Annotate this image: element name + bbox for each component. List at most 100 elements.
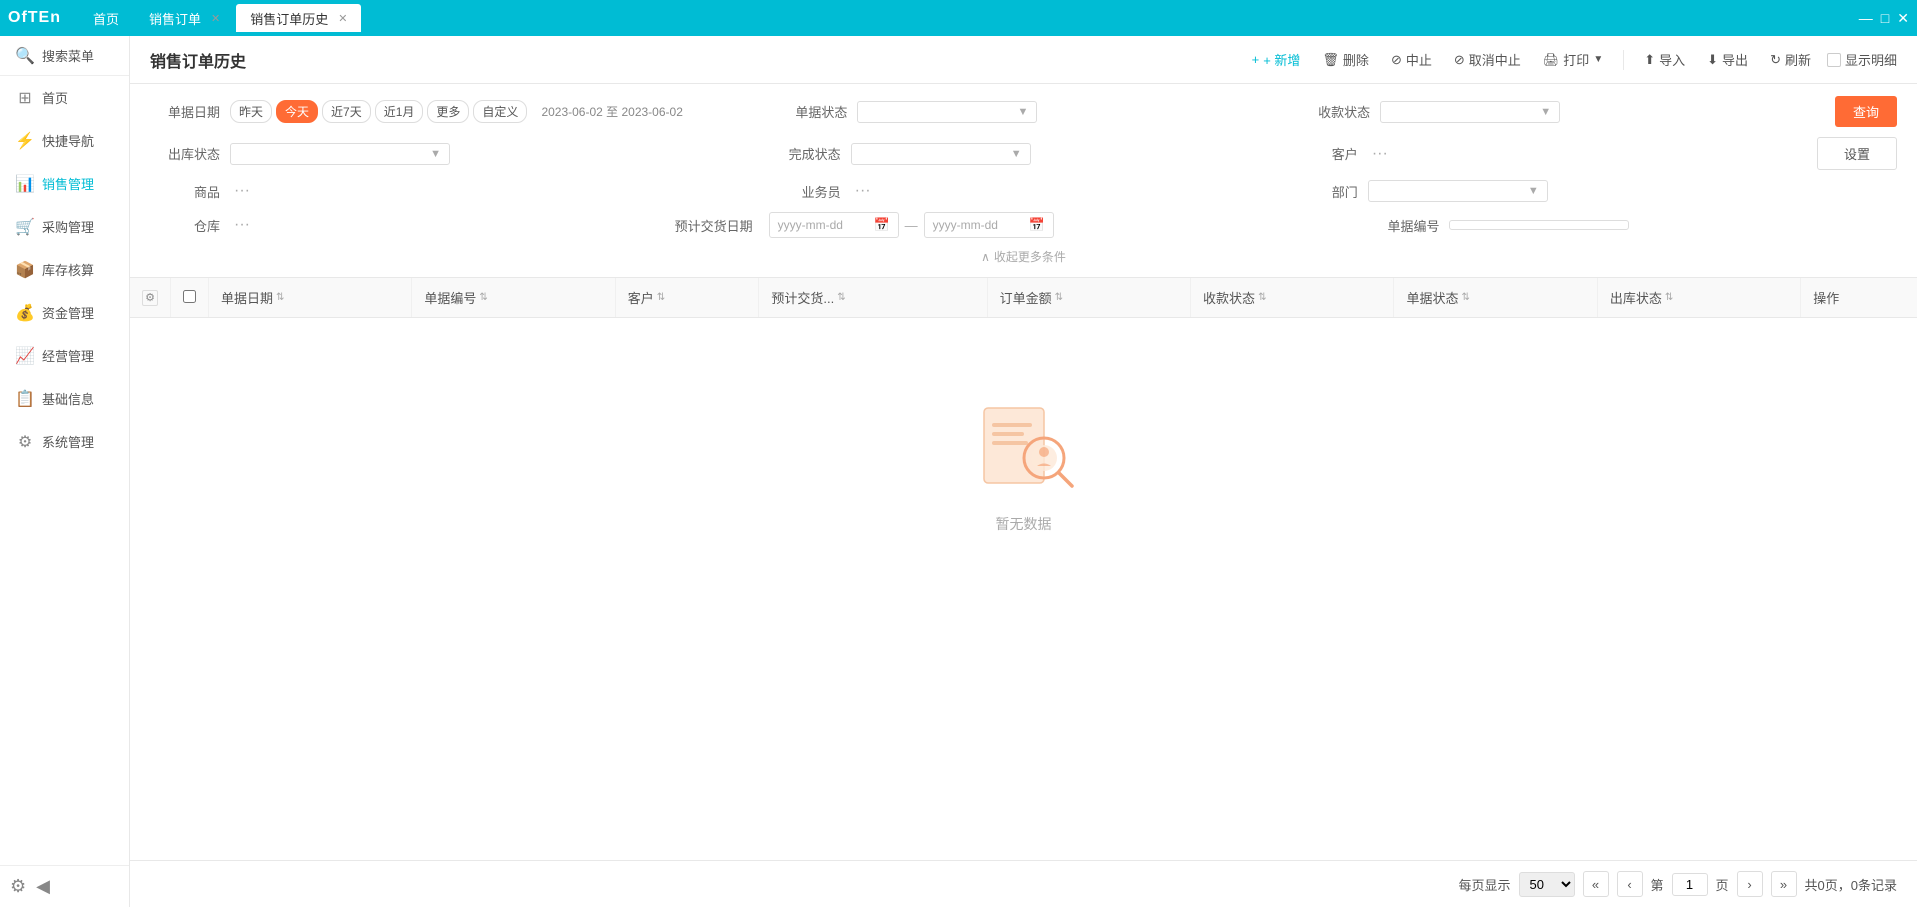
sort-customer[interactable]: 客户 ⇅	[628, 288, 747, 307]
refresh-button[interactable]: ↻ 刷新	[1764, 46, 1817, 73]
warehouse-more[interactable]: ···	[230, 216, 254, 234]
sort-bill-status[interactable]: 单据状态 ⇅	[1406, 288, 1584, 307]
print-icon: 🖨	[1543, 52, 1560, 68]
th-bill-number[interactable]: 单据编号 ⇅	[412, 278, 615, 318]
delete-button[interactable]: 🗑 删除	[1316, 46, 1375, 73]
page-size-select[interactable]: 10 20 50 100	[1519, 872, 1575, 897]
department-label: 部门	[1288, 182, 1368, 201]
sidebar-item-purchase[interactable]: 🛒 采购管理	[0, 205, 129, 248]
sidebar-item-quicknav[interactable]: ⚡ 快捷导航	[0, 119, 129, 162]
th-outbound-status[interactable]: 出库状态 ⇅	[1597, 278, 1800, 318]
show-detail-toggle[interactable]: 显示明细	[1827, 50, 1897, 69]
tab-sales-order[interactable]: 销售订单 ✕	[135, 4, 234, 32]
close-button[interactable]: ✕	[1897, 10, 1909, 27]
select-all-checkbox[interactable]	[183, 290, 196, 303]
tab-close-sales-order[interactable]: ✕	[211, 12, 220, 25]
window-controls: — □ ✕	[1859, 10, 1909, 27]
filter-date-col: 单据日期 昨天 今天 近7天 近1月 更多 自定义 2023-06-02 至 2…	[150, 100, 777, 123]
receipt-status-select[interactable]: ▼	[1380, 101, 1560, 123]
sort-outbound[interactable]: 出库状态 ⇅	[1610, 288, 1788, 307]
filter-row-4: 仓库 ··· 预计交货日期 yyyy-mm-dd 📅 — yyyy-mm-dd …	[150, 212, 1897, 238]
date-btn-more[interactable]: 更多	[427, 100, 469, 123]
delete-icon: 🗑	[1322, 52, 1339, 68]
th-customer[interactable]: 客户 ⇅	[615, 278, 759, 318]
date-btn-today[interactable]: 今天	[276, 100, 318, 123]
bill-number-input[interactable]	[1449, 220, 1629, 230]
outbound-label: 出库状态	[150, 144, 230, 163]
filter-billstatus-col: 单据状态 ▼	[777, 101, 1300, 123]
sort-amount[interactable]: 订单金额 ⇅	[1000, 288, 1178, 307]
page-label: 第	[1651, 875, 1664, 894]
sidebar-bottom: ⚙ ◀	[0, 865, 129, 907]
sidebar-item-home[interactable]: ⊞ 首页	[0, 76, 129, 119]
print-button[interactable]: 🖨 打印 ▼	[1537, 46, 1609, 73]
date-btn-yesterday[interactable]: 昨天	[230, 100, 272, 123]
collapse-bar[interactable]: ∧ 收起更多条件	[150, 248, 1897, 265]
last-page-button[interactable]: »	[1771, 871, 1797, 897]
collapse-up-icon: ∧	[981, 250, 990, 264]
receipt-status-arrow: ▼	[1540, 106, 1551, 118]
sidebar-item-operations[interactable]: 📈 经营管理	[0, 334, 129, 377]
table-body: 暂无数据	[130, 318, 1917, 615]
th-order-amount[interactable]: 订单金额 ⇅	[987, 278, 1190, 318]
date-btn-custom[interactable]: 自定义	[473, 100, 527, 123]
th-delivery-date[interactable]: 预计交货... ⇅	[759, 278, 987, 318]
finance-icon: 💰	[16, 304, 34, 322]
bill-status-label: 单据状态	[777, 102, 857, 121]
th-receipt-status[interactable]: 收款状态 ⇅	[1191, 278, 1394, 318]
sidebar-item-basicinfo[interactable]: 📋 基础信息	[0, 377, 129, 420]
sort-icon-customer: ⇅	[657, 292, 665, 303]
customer-more[interactable]: ···	[1368, 145, 1392, 163]
new-button[interactable]: + + 新增	[1246, 46, 1307, 73]
filter-goods-col: 商品 ···	[150, 182, 771, 201]
settings-bottom-icon[interactable]: ⚙	[10, 876, 26, 897]
sort-bill-number[interactable]: 单据编号 ⇅	[424, 288, 602, 307]
department-select[interactable]: ▼	[1368, 180, 1548, 202]
settings-button[interactable]: 设置	[1817, 137, 1897, 170]
import-button[interactable]: ⬆ 导入	[1638, 46, 1691, 73]
sort-delivery[interactable]: 预计交货... ⇅	[771, 288, 974, 307]
goods-more[interactable]: ···	[230, 182, 254, 200]
sidebar-item-finance[interactable]: 💰 资金管理	[0, 291, 129, 334]
cancel-stop-button[interactable]: ⊘ 取消中止	[1448, 46, 1527, 73]
calendar-end-icon[interactable]: 📅	[1028, 217, 1044, 233]
delivery-end-input[interactable]: yyyy-mm-dd 📅	[924, 212, 1054, 238]
calendar-start-icon[interactable]: 📅	[873, 217, 889, 233]
sidebar-item-system[interactable]: ⚙ 系统管理	[0, 420, 129, 463]
sidebar-search[interactable]: 🔍 搜索菜单	[0, 36, 129, 76]
table-settings-icon[interactable]: ⚙	[142, 290, 158, 306]
delivery-start-input[interactable]: yyyy-mm-dd 📅	[769, 212, 899, 238]
query-button[interactable]: 查询	[1835, 96, 1897, 127]
th-bill-status[interactable]: 单据状态 ⇅	[1394, 278, 1597, 318]
date-btn-1month[interactable]: 近1月	[375, 100, 424, 123]
operations-icon: 📈	[16, 347, 34, 365]
outbound-select[interactable]: ▼	[230, 143, 450, 165]
completion-select[interactable]: ▼	[851, 143, 1031, 165]
salesperson-more[interactable]: ···	[851, 182, 875, 200]
delivery-label: 预计交货日期	[673, 216, 763, 235]
stop-button[interactable]: ⊘ 中止	[1385, 46, 1438, 73]
bill-status-select[interactable]: ▼	[857, 101, 1037, 123]
first-page-button[interactable]: «	[1583, 871, 1609, 897]
collapse-sidebar-icon[interactable]: ◀	[36, 876, 50, 897]
filter-warehouse-col: 仓库 ···	[150, 216, 673, 235]
sidebar-item-inventory[interactable]: 📦 库存核算	[0, 248, 129, 291]
prev-page-button[interactable]: ‹	[1617, 871, 1643, 897]
next-page-button[interactable]: ›	[1737, 871, 1763, 897]
export-button[interactable]: ⬇ 导出	[1701, 46, 1754, 73]
tab-sales-history[interactable]: 销售订单历史 ✕	[236, 4, 361, 32]
show-detail-checkbox[interactable]	[1827, 53, 1841, 67]
filter-salesperson-col: 业务员 ···	[771, 182, 1288, 201]
maximize-button[interactable]: □	[1881, 10, 1889, 26]
page-number-input[interactable]	[1672, 873, 1708, 896]
tab-close-sales-history[interactable]: ✕	[338, 12, 347, 25]
tab-home[interactable]: 首页	[79, 4, 133, 32]
main-layout: 🔍 搜索菜单 ⊞ 首页 ⚡ 快捷导航 📊 销售管理 🛒 采购管理 📦 库存核算 …	[0, 36, 1917, 907]
sidebar-item-sales[interactable]: 📊 销售管理	[0, 162, 129, 205]
stop-icon: ⊘	[1391, 52, 1402, 68]
sort-bill-date[interactable]: 单据日期 ⇅	[221, 288, 399, 307]
minimize-button[interactable]: —	[1859, 10, 1873, 26]
th-bill-date[interactable]: 单据日期 ⇅	[209, 278, 412, 318]
date-btn-7days[interactable]: 近7天	[322, 100, 371, 123]
sort-receipt[interactable]: 收款状态 ⇅	[1203, 288, 1381, 307]
